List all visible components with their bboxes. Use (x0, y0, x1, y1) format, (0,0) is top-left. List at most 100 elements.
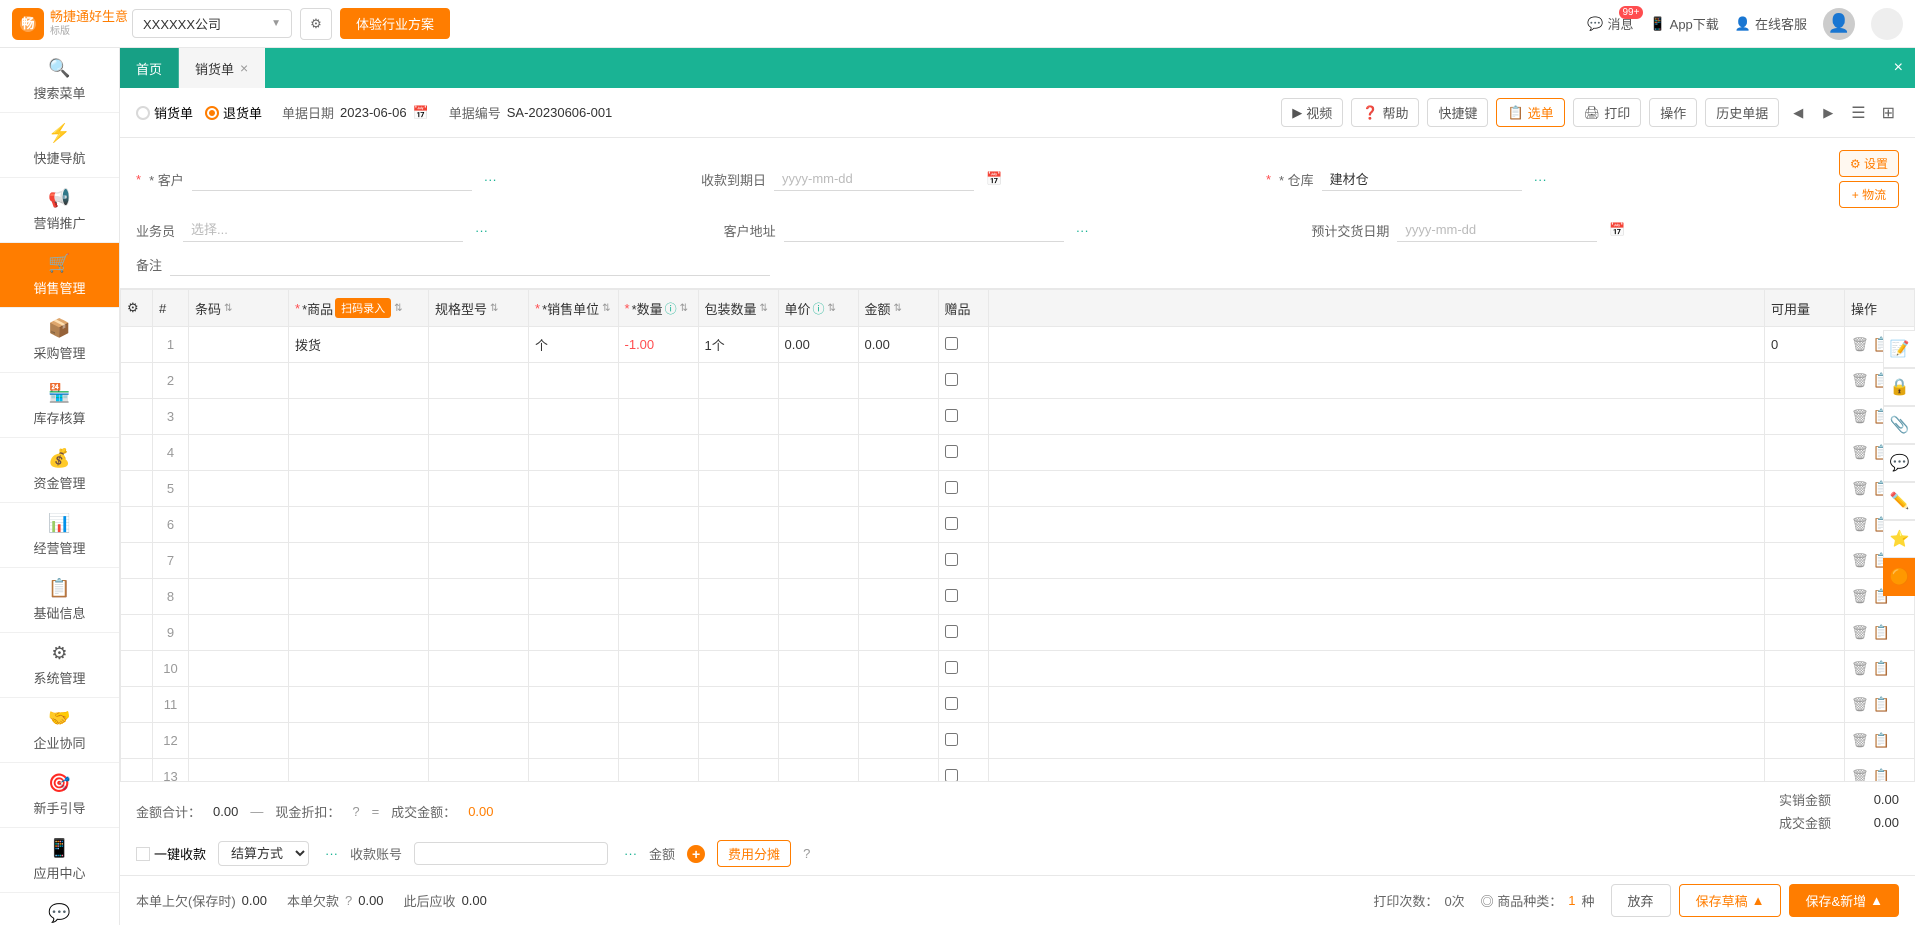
sidebar-item-sales[interactable]: 🛒 销售管理 (0, 243, 119, 308)
payment-checkbox[interactable] (136, 847, 150, 861)
row-price-1[interactable]: 0.00 (778, 327, 858, 363)
video-help-button[interactable]: ▶ 视频 (1281, 98, 1343, 127)
sidebar-item-search[interactable]: 🔍 搜索菜单 (0, 48, 119, 113)
delete-row-12-button[interactable]: 🗑 (1851, 732, 1869, 749)
note-input[interactable] (170, 252, 770, 276)
sidebar-item-inventory[interactable]: 🏪 库存核算 (0, 373, 119, 438)
customer-address-input[interactable] (784, 218, 1064, 242)
sidebar-item-system[interactable]: ⚙ 系统管理 (0, 633, 119, 698)
expected-date-input[interactable] (1397, 218, 1597, 242)
copy-row-13-button[interactable]: 📋 (1873, 768, 1890, 781)
online-support-button[interactable]: 👤 在线客服 (1735, 14, 1807, 33)
delete-row-5-button[interactable]: 🗑 (1851, 480, 1869, 497)
gift-checkbox-9[interactable] (945, 625, 958, 638)
float-lock-button[interactable]: 🔒 (1883, 368, 1915, 406)
copy-row-9-button[interactable]: 📋 (1873, 624, 1890, 641)
tab-close-icon[interactable]: × (240, 60, 248, 76)
sidebar-item-guide[interactable]: 🎯 新手引导 (0, 763, 119, 828)
prev-order-button[interactable]: ◀ (1787, 103, 1809, 123)
tab-home[interactable]: 首页 (120, 48, 179, 88)
abandon-button[interactable]: 放弃 (1611, 884, 1671, 917)
delete-row-7-button[interactable]: 🗑 (1851, 552, 1869, 569)
sidebar-item-finance[interactable]: 💰 资金管理 (0, 438, 119, 503)
sort-amount[interactable]: ⇅ (894, 303, 902, 314)
sort-goods[interactable]: ⇅ (394, 303, 402, 314)
gift-checkbox-7[interactable] (945, 553, 958, 566)
delete-row-4-button[interactable]: 🗑 (1851, 444, 1869, 461)
gift-checkbox-1[interactable] (945, 337, 958, 350)
sort-price[interactable]: ⇅ (828, 303, 836, 314)
sidebar-item-purchase[interactable]: 📦 采购管理 (0, 308, 119, 373)
gift-checkbox-4[interactable] (945, 445, 958, 458)
address-dots-button[interactable]: ··· (1076, 223, 1089, 238)
message-button[interactable]: 💬 消息 99+ (1587, 14, 1633, 33)
select-order-button[interactable]: 📋 选单 (1496, 98, 1564, 127)
sort-qty[interactable]: ⇅ (680, 303, 688, 314)
row-qty-1[interactable]: -1.00 (618, 327, 698, 363)
sort-unit[interactable]: ⇅ (602, 303, 610, 314)
settlement-method-select[interactable]: 结算方式 (218, 841, 309, 866)
user-avatar-2[interactable] (1871, 8, 1903, 40)
sort-barcode[interactable]: ⇅ (224, 303, 232, 314)
discount-info-icon[interactable]: ? (352, 804, 359, 819)
next-order-button[interactable]: ▶ (1817, 103, 1839, 123)
add-payment-button[interactable]: + (687, 845, 705, 863)
row-gift-1[interactable] (938, 327, 988, 363)
float-attach-button[interactable]: 📎 (1883, 406, 1915, 444)
delete-row-6-button[interactable]: 🗑 (1851, 516, 1869, 533)
one-click-payment-checkbox[interactable]: 一键收款 (136, 844, 206, 863)
calendar-icon-due[interactable]: 📅 (986, 171, 1002, 187)
tab-sales-order[interactable]: 销货单 × (179, 48, 265, 88)
warehouse-dots-button[interactable]: ··· (1534, 172, 1547, 187)
settlement-dots-button[interactable]: ··· (325, 846, 338, 861)
user-avatar[interactable]: 👤 (1823, 8, 1855, 40)
sort-spec[interactable]: ⇅ (490, 303, 498, 314)
delete-row-10-button[interactable]: 🗑 (1851, 660, 1869, 677)
grid-view-button[interactable]: ⊞ (1878, 101, 1899, 125)
gear-icon[interactable]: ⚙ (127, 300, 139, 315)
global-settings-button[interactable]: ⚙ (300, 8, 332, 40)
app-download-button[interactable]: 📱 App下载 (1649, 14, 1718, 33)
list-view-button[interactable]: ☰ (1847, 101, 1869, 125)
gift-checkbox-11[interactable] (945, 697, 958, 710)
sidebar-item-management[interactable]: 📊 经营管理 (0, 503, 119, 568)
delete-row-9-button[interactable]: 🗑 (1851, 624, 1869, 641)
delete-row-13-button[interactable]: 🗑 (1851, 768, 1869, 781)
sort-pkg[interactable]: ⇅ (760, 303, 768, 314)
row-barcode-1[interactable] (189, 327, 289, 363)
operation-button[interactable]: 操作 (1649, 98, 1697, 127)
delete-row-11-button[interactable]: 🗑 (1851, 696, 1869, 713)
gift-checkbox-2[interactable] (945, 373, 958, 386)
float-star-button[interactable]: ⭐ (1883, 520, 1915, 558)
copy-row-11-button[interactable]: 📋 (1873, 696, 1890, 713)
gift-checkbox-12[interactable] (945, 733, 958, 746)
gift-checkbox-6[interactable] (945, 517, 958, 530)
account-dots-button[interactable]: ··· (624, 846, 637, 861)
shortcut-button[interactable]: 快捷键 (1427, 98, 1488, 127)
company-selector[interactable]: XXXXXX公司 ▼ (132, 9, 292, 38)
calendar-icon-expected[interactable]: 📅 (1609, 222, 1625, 238)
gift-checkbox-13[interactable] (945, 769, 958, 782)
close-all-tabs-button[interactable]: × (1882, 59, 1915, 77)
delete-row-8-button[interactable]: 🗑 (1851, 588, 1869, 605)
scan-btn[interactable]: 扫码录入 (335, 298, 391, 318)
float-action-button[interactable]: 🟠 (1883, 558, 1915, 596)
expense-split-button[interactable]: 费用分摊 (717, 840, 791, 867)
float-edit-button[interactable]: ✏️ (1883, 482, 1915, 520)
float-chat-button[interactable]: 💬 (1883, 444, 1915, 482)
sidebar-item-marketing[interactable]: 📢 营销推广 (0, 178, 119, 243)
save-new-button[interactable]: 保存&新增 ▲ (1789, 884, 1899, 917)
delete-row-2-button[interactable]: 🗑 (1851, 372, 1869, 389)
settings-button[interactable]: ⚙ 设置 (1839, 150, 1899, 177)
salesperson-dots-button[interactable]: ··· (475, 223, 488, 238)
gift-checkbox-3[interactable] (945, 409, 958, 422)
radio-return-order[interactable]: 退货单 (205, 103, 262, 122)
gift-checkbox-8[interactable] (945, 589, 958, 602)
radio-sale-order[interactable]: 销货单 (136, 103, 193, 122)
sidebar-item-basics[interactable]: 📋 基础信息 (0, 568, 119, 633)
delete-row-3-button[interactable]: 🗑 (1851, 408, 1869, 425)
warehouse-input[interactable] (1322, 167, 1522, 191)
gift-checkbox-5[interactable] (945, 481, 958, 494)
expense-help-icon[interactable]: ? (803, 846, 810, 861)
sidebar-item-wechat[interactable]: 💬 企业微信 (0, 893, 119, 925)
